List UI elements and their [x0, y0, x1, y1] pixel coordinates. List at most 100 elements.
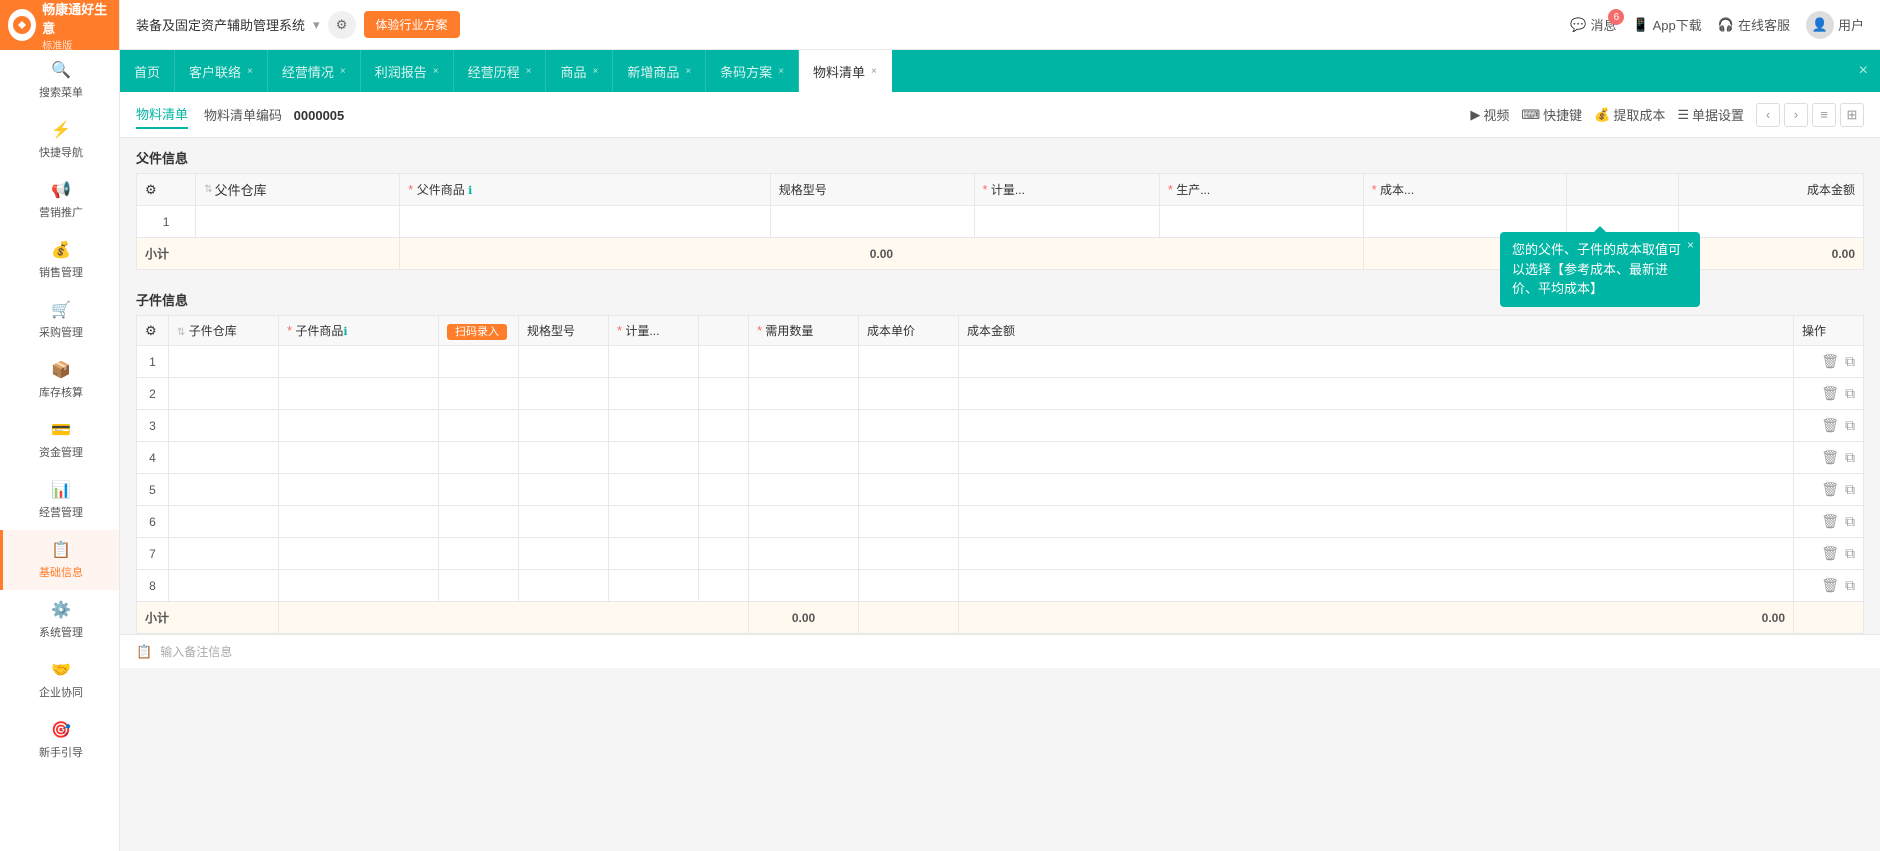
- info-icon[interactable]: ℹ: [468, 185, 472, 197]
- cell-child-goods[interactable]: [279, 410, 439, 442]
- delete-icon[interactable]: 🗑: [1821, 449, 1839, 466]
- page-tab-bom[interactable]: 物料清单: [136, 100, 188, 129]
- sidebar-item-operations[interactable]: 📊 经营管理: [0, 470, 119, 530]
- cell-child-spec[interactable]: [519, 538, 609, 570]
- cell-needed-qty[interactable]: [749, 410, 859, 442]
- cell-unit-cost[interactable]: [859, 410, 959, 442]
- cell-child-spec[interactable]: [519, 570, 609, 602]
- cell-needed-qty[interactable]: [749, 474, 859, 506]
- sidebar-item-marketing[interactable]: 📢 营销推广: [0, 170, 119, 230]
- tab-history[interactable]: 经营历程 ×: [454, 50, 547, 92]
- trial-button[interactable]: 体验行业方案: [364, 11, 460, 38]
- cell-child-warehouse[interactable]: [169, 506, 279, 538]
- tab-profit[interactable]: 利润报告 ×: [361, 50, 454, 92]
- sidebar-item-basic[interactable]: 📋 基础信息: [0, 530, 119, 590]
- list-view-button[interactable]: ≡: [1812, 103, 1836, 127]
- cell-child-unit[interactable]: [609, 410, 699, 442]
- cell-unit-cost[interactable]: [859, 474, 959, 506]
- sidebar-item-inventory[interactable]: 📦 库存核算: [0, 350, 119, 410]
- note-placeholder[interactable]: 输入备注信息: [160, 643, 232, 660]
- grid-view-button[interactable]: ⊞: [1840, 103, 1864, 127]
- close-all-tabs-button[interactable]: ×: [1847, 62, 1880, 80]
- tab-close-icon[interactable]: ×: [526, 66, 532, 77]
- tab-goods[interactable]: 商品 ×: [546, 50, 613, 92]
- cell-child-unit[interactable]: [609, 346, 699, 378]
- topbar-dropdown-arrow[interactable]: ▾: [313, 17, 320, 33]
- cell-child-spec[interactable]: [519, 346, 609, 378]
- online-service-button[interactable]: 🎧 在线客服: [1718, 15, 1790, 34]
- cell-child-spec[interactable]: [519, 506, 609, 538]
- tab-close-icon[interactable]: ×: [685, 66, 691, 77]
- cell-goods[interactable]: [400, 206, 771, 238]
- cell-needed-qty[interactable]: [749, 442, 859, 474]
- cell-child-goods[interactable]: [279, 442, 439, 474]
- cell-child-goods[interactable]: [279, 474, 439, 506]
- copy-icon[interactable]: ⧉: [1845, 385, 1855, 402]
- cell-child-unit[interactable]: [609, 474, 699, 506]
- copy-icon[interactable]: ⧉: [1845, 449, 1855, 466]
- delete-icon[interactable]: 🗑: [1821, 577, 1839, 594]
- tooltip-close-button[interactable]: ×: [1687, 236, 1694, 254]
- shortcut-action[interactable]: ⌨ 快捷键: [1521, 105, 1582, 124]
- cell-needed-qty[interactable]: [749, 346, 859, 378]
- cell-child-goods[interactable]: [279, 570, 439, 602]
- sidebar-item-system[interactable]: ⚙️ 系统管理: [0, 590, 119, 650]
- tab-operations[interactable]: 经营情况 ×: [268, 50, 361, 92]
- cell-needed-qty[interactable]: [749, 378, 859, 410]
- tab-close-icon[interactable]: ×: [778, 66, 784, 77]
- cell-child-goods[interactable]: [279, 538, 439, 570]
- tab-close-icon[interactable]: ×: [247, 66, 253, 77]
- cost-action[interactable]: 💰 提取成本: [1594, 105, 1665, 124]
- delete-icon[interactable]: 🗑: [1821, 417, 1839, 434]
- cell-child-goods[interactable]: [279, 346, 439, 378]
- tab-barcode[interactable]: 条码方案 ×: [706, 50, 799, 92]
- sidebar-item-purchase[interactable]: 🛒 采购管理: [0, 290, 119, 350]
- cell-unit-cost[interactable]: [859, 570, 959, 602]
- sidebar-item-sales[interactable]: 💰 销售管理: [0, 230, 119, 290]
- cell-child-unit[interactable]: [609, 506, 699, 538]
- copy-icon[interactable]: ⧉: [1845, 481, 1855, 498]
- cell-unit-cost[interactable]: [859, 506, 959, 538]
- tab-close-icon[interactable]: ×: [433, 66, 439, 77]
- tab-bom[interactable]: 物料清单 ×: [799, 50, 892, 92]
- copy-icon[interactable]: ⧉: [1845, 545, 1855, 562]
- cell-needed-qty[interactable]: [749, 506, 859, 538]
- sidebar-item-finance[interactable]: 💳 资金管理: [0, 410, 119, 470]
- next-button[interactable]: ›: [1784, 103, 1808, 127]
- copy-icon[interactable]: ⧉: [1845, 577, 1855, 594]
- tab-close-icon[interactable]: ×: [871, 66, 877, 77]
- cell-child-warehouse[interactable]: [169, 538, 279, 570]
- settings-col-icon[interactable]: ⚙: [145, 182, 157, 197]
- cell-unit-cost[interactable]: [859, 346, 959, 378]
- cell-child-unit[interactable]: [609, 442, 699, 474]
- cell-needed-qty[interactable]: [749, 538, 859, 570]
- cell-produce[interactable]: [1159, 206, 1363, 238]
- sidebar-item-search[interactable]: 🔍 搜索菜单: [0, 50, 119, 110]
- copy-icon[interactable]: ⧉: [1845, 513, 1855, 530]
- delete-icon[interactable]: 🗑: [1821, 545, 1839, 562]
- message-button[interactable]: 💬 消息 6: [1570, 15, 1616, 34]
- cell-child-goods[interactable]: [279, 506, 439, 538]
- cell-unit-cost[interactable]: [859, 538, 959, 570]
- cell-child-warehouse[interactable]: [169, 442, 279, 474]
- cell-unit-cost[interactable]: [859, 378, 959, 410]
- cell-spec[interactable]: [770, 206, 974, 238]
- tab-close-icon[interactable]: ×: [592, 66, 598, 77]
- cell-child-unit[interactable]: [609, 378, 699, 410]
- cell-needed-qty[interactable]: [749, 570, 859, 602]
- cell-child-unit[interactable]: [609, 538, 699, 570]
- tab-customer[interactable]: 客户联络 ×: [175, 50, 268, 92]
- settings-col-icon2[interactable]: ⚙: [145, 323, 157, 338]
- prev-button[interactable]: ‹: [1756, 103, 1780, 127]
- cell-unit-cost[interactable]: [859, 442, 959, 474]
- info-icon2[interactable]: ℹ: [343, 326, 347, 338]
- tab-home[interactable]: 首页: [120, 50, 175, 92]
- sidebar-item-guide[interactable]: 🎯 新手引导: [0, 710, 119, 770]
- app-download-button[interactable]: 📱 App下载: [1632, 15, 1701, 34]
- cell-child-warehouse[interactable]: [169, 346, 279, 378]
- cell-child-spec[interactable]: [519, 474, 609, 506]
- delete-icon[interactable]: 🗑: [1821, 385, 1839, 402]
- cell-unit[interactable]: [974, 206, 1159, 238]
- cell-warehouse[interactable]: [196, 206, 400, 238]
- sidebar-item-quicknav[interactable]: ⚡ 快捷导航: [0, 110, 119, 170]
